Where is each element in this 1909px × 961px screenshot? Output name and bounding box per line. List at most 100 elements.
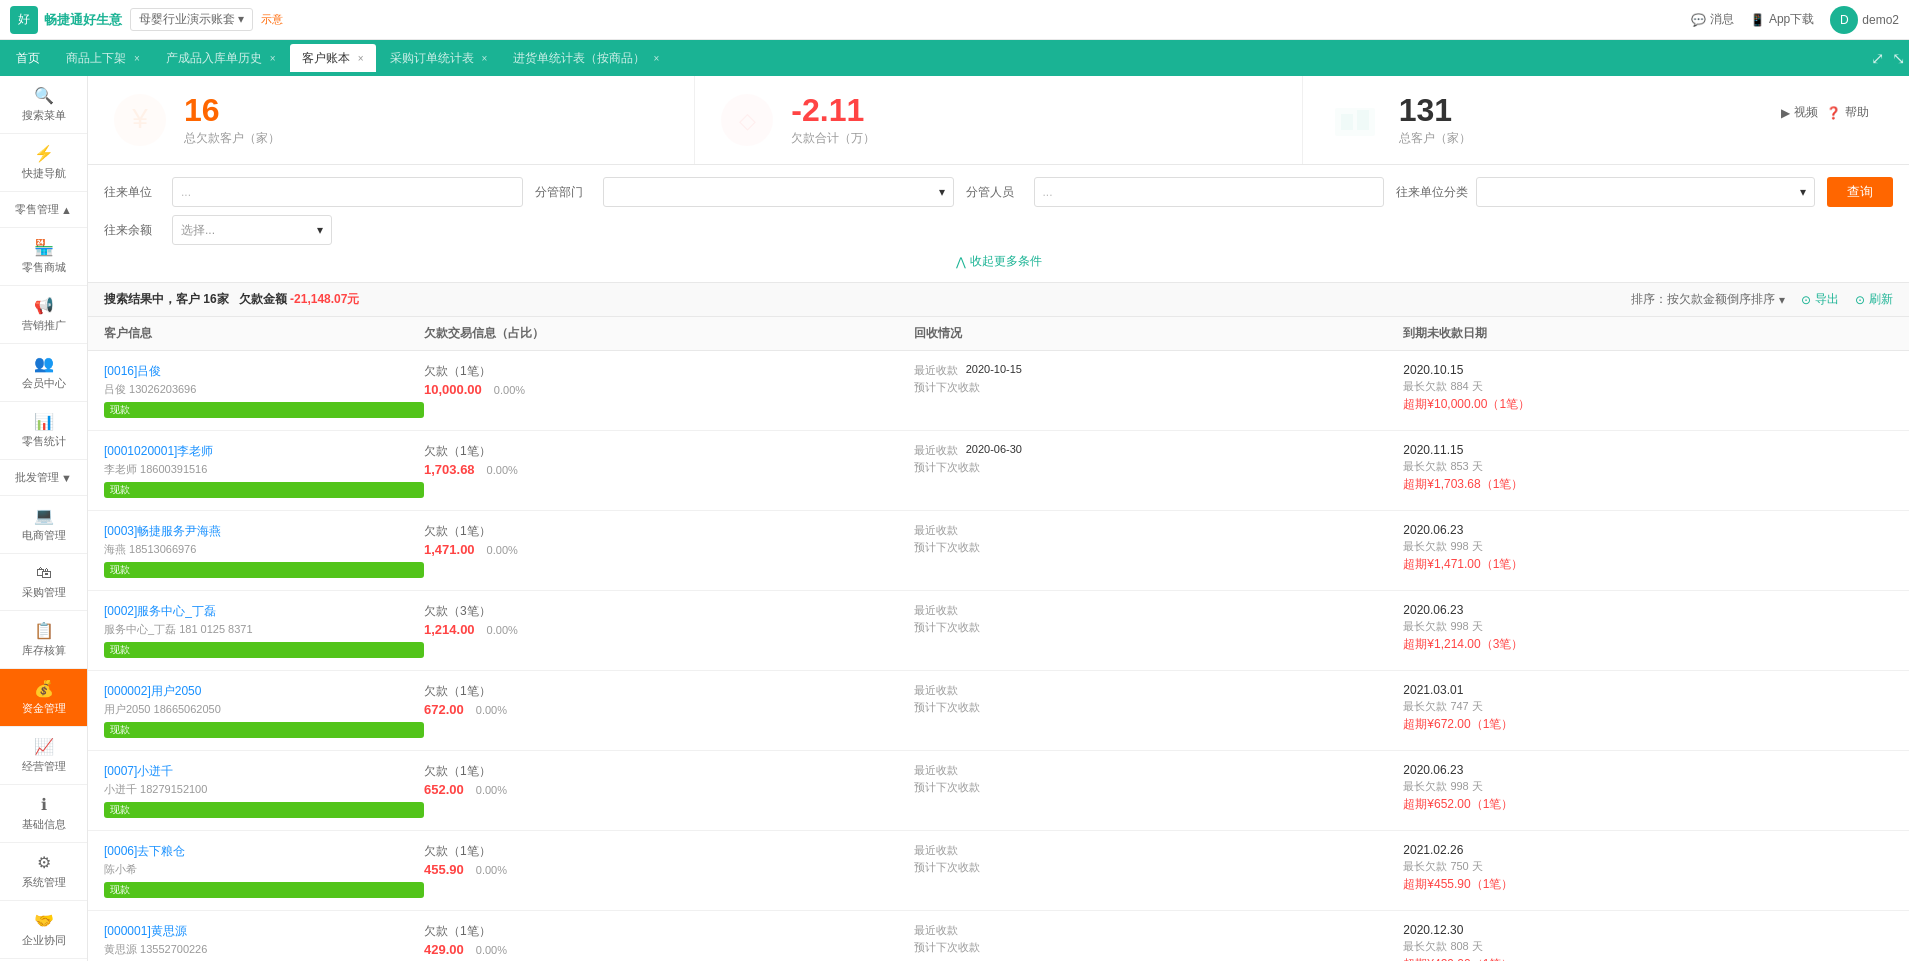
sidebar-item-marketing[interactable]: 📢 营销推广 [0, 286, 87, 344]
sidebar-item-member[interactable]: 👥 会员中心 [0, 344, 87, 402]
customer-name-3[interactable]: [0002]服务中心_丁磊 [104, 603, 424, 620]
customer-name-7[interactable]: [000001]黄思源 [104, 923, 424, 940]
chevron-down-icon: ▾ [317, 223, 323, 237]
customer-cell-3: [0002]服务中心_丁磊 服务中心_丁磊 181 0125 8371 现款 [104, 603, 424, 658]
help-btn[interactable]: ❓ 帮助 [1826, 104, 1869, 121]
sidebar-item-basic-info[interactable]: ℹ 基础信息 [0, 785, 87, 843]
sidebar-item-operations[interactable]: 📈 经营管理 [0, 727, 87, 785]
customer-phone-1: 李老师 18600391516 [104, 462, 424, 477]
system-name[interactable]: 母婴行业演示账套 ▾ [130, 8, 253, 31]
customer-name-2[interactable]: [0003]畅捷服务尹海燕 [104, 523, 424, 540]
customer-name-1[interactable]: [0001020001]李老师 [104, 443, 424, 460]
sidebar-item-system[interactable]: ⚙ 系统管理 [0, 843, 87, 901]
debt-cell-3: 欠款（3笔） 1,214.00 0.00% [424, 603, 914, 637]
tab-home[interactable]: 首页 [4, 44, 52, 72]
collapse-btn[interactable]: ⋀ 收起更多条件 [956, 253, 1042, 270]
customer-name-6[interactable]: [0006]去下粮仓 [104, 843, 424, 860]
sidebar-item-quick-nav[interactable]: ⚡ 快捷导航 [0, 134, 87, 192]
help-icon: ❓ [1826, 106, 1841, 120]
table-row: [0002]服务中心_丁磊 服务中心_丁磊 181 0125 8371 现款 欠… [88, 591, 1909, 671]
top-bar-left: 好 畅捷通好生意 母婴行业演示账套 ▾ 示意 [10, 6, 283, 34]
tab-product-shelf[interactable]: 商品上下架 × [54, 44, 152, 72]
overdue-cell-4: 2021.03.01 最长欠款 747 天 超期¥672.00（1笔） [1403, 683, 1893, 733]
export-button[interactable]: ⊙ 导出 [1801, 291, 1839, 308]
col-debt-info: 欠款交易信息（占比） [424, 325, 914, 342]
close-icon[interactable]: × [134, 53, 140, 64]
customer-name-0[interactable]: [0016]吕俊 [104, 363, 424, 380]
capital-icon: 💰 [34, 679, 54, 698]
tab-product-history[interactable]: 产成品入库单历史 × [154, 44, 288, 72]
recovery-cell-7: 最近收款 预计下次收款 [914, 923, 1404, 955]
table-row: [0016]吕俊 吕俊 13026203696 现款 欠款（1笔） 10,000… [88, 351, 1909, 431]
dept-label: 分管部门 [535, 184, 595, 201]
customer-tag-5: 现款 [104, 802, 424, 818]
customer-phone-5: 小迸千 18279152100 [104, 782, 424, 797]
customer-cell-4: [000002]用户2050 用户2050 18665062050 现款 [104, 683, 424, 738]
debt-cell-0: 欠款（1笔） 10,000.00 0.00% [424, 363, 914, 397]
operations-icon: 📈 [34, 737, 54, 756]
debt-cell-7: 欠款（1笔） 429.00 0.00% [424, 923, 914, 957]
recovery-cell-6: 最近收款 预计下次收款 [914, 843, 1404, 875]
overdue-cell-2: 2020.06.23 最长欠款 998 天 超期¥1,471.00（1笔） [1403, 523, 1893, 573]
sidebar-item-ecommerce[interactable]: 💻 电商管理 [0, 496, 87, 554]
sidebar-item-retail-mall[interactable]: 🏪 零售商城 [0, 228, 87, 286]
window-restore-icon[interactable]: ⤢ [1871, 49, 1884, 68]
close-icon[interactable]: × [653, 53, 659, 64]
collapse-row: ⋀ 收起更多条件 [104, 253, 1893, 270]
customer-tag-0: 现款 [104, 402, 424, 418]
customer-name-4[interactable]: [000002]用户2050 [104, 683, 424, 700]
overdue-cell-3: 2020.06.23 最长欠款 998 天 超期¥1,214.00（3笔） [1403, 603, 1893, 653]
search-button[interactable]: 查询 [1827, 177, 1893, 207]
video-btn[interactable]: ▶ 视频 [1781, 104, 1818, 121]
dept-select[interactable]: ▾ [603, 177, 954, 207]
from-unit-label: 往来单位 [104, 184, 164, 201]
customer-cell-1: [0001020001]李老师 李老师 18600391516 现款 [104, 443, 424, 498]
tab-customer-account[interactable]: 客户账本 × [290, 44, 376, 72]
refresh-button[interactable]: ⊙ 刷新 [1855, 291, 1893, 308]
user-avatar[interactable]: D demo2 [1830, 6, 1899, 34]
app-download-btn[interactable]: 📱 App下载 [1750, 11, 1814, 28]
enterprise-icon: 🤝 [34, 911, 54, 930]
sidebar-item-inventory[interactable]: 📋 库存核算 [0, 611, 87, 669]
customer-name-5[interactable]: [0007]小迸千 [104, 763, 424, 780]
customer-tag-1: 现款 [104, 482, 424, 498]
message-btn[interactable]: 💬 消息 [1691, 11, 1734, 28]
chevron-icon: ▲ [61, 204, 72, 216]
sidebar-item-enterprise[interactable]: 🤝 企业协同 [0, 901, 87, 959]
close-icon[interactable]: × [482, 53, 488, 64]
balance-select[interactable]: 选择... ▾ [172, 215, 332, 245]
sidebar-item-purchase[interactable]: 🛍 采购管理 [0, 554, 87, 611]
customer-phone-3: 服务中心_丁磊 181 0125 8371 [104, 622, 424, 637]
tab-purchase-order[interactable]: 采购订单统计表 × [378, 44, 500, 72]
batch-label: 批发管理 [15, 470, 59, 485]
avatar: D [1830, 6, 1858, 34]
customer-cell-0: [0016]吕俊 吕俊 13026203696 现款 [104, 363, 424, 418]
stat-label-debtors: 总欠款客户（家） [184, 130, 280, 147]
manager-input[interactable]: ... [1034, 177, 1385, 207]
sidebar-item-retail-mgmt[interactable]: 零售管理 ▲ [0, 192, 87, 228]
overdue-cell-5: 2020.06.23 最长欠款 998 天 超期¥652.00（1笔） [1403, 763, 1893, 813]
content-inner: ¥ 16 总欠款客户（家） ◇ [88, 76, 1909, 961]
sidebar-item-retail-stats[interactable]: 📊 零售统计 [0, 402, 87, 460]
from-unit-input[interactable]: ... [172, 177, 523, 207]
result-actions: 排序：按欠款金额倒序排序 ▾ ⊙ 导出 ⊙ 刷新 [1631, 291, 1893, 308]
debtor-icon: ¥ [112, 92, 168, 148]
table-row: [000002]用户2050 用户2050 18665062050 现款 欠款（… [88, 671, 1909, 751]
main-layout: 🔍 搜索菜单 ⚡ 快捷导航 零售管理 ▲ 🏪 零售商城 📢 营销推广 👥 会员中… [0, 76, 1909, 961]
debt-cell-6: 欠款（1笔） 455.90 0.00% [424, 843, 914, 877]
sort-button[interactable]: 排序：按欠款金额倒序排序 ▾ [1631, 291, 1785, 308]
data-table: 客户信息 欠款交易信息（占比） 回收情况 到期未收款日期 [0016]吕俊 吕俊… [88, 317, 1909, 961]
system-icon: ⚙ [37, 853, 51, 872]
close-icon[interactable]: × [270, 53, 276, 64]
window-expand-icon[interactable]: ⤡ [1892, 49, 1905, 68]
sidebar-item-search[interactable]: 🔍 搜索菜单 [0, 76, 87, 134]
tab-inventory-stats[interactable]: 进货单统计表（按商品） × [501, 44, 671, 72]
close-icon[interactable]: × [358, 53, 364, 64]
unit-category-select[interactable]: ▾ [1476, 177, 1815, 207]
customer-tag-4: 现款 [104, 722, 424, 738]
sidebar-item-batch-mgmt[interactable]: 批发管理 ▼ [0, 460, 87, 496]
customer-phone-2: 海燕 18513066976 [104, 542, 424, 557]
filter-unit-category: 往来单位分类 ▾ [1396, 177, 1815, 207]
sidebar-item-capital[interactable]: 💰 资金管理 [0, 669, 87, 727]
marketing-icon: 📢 [34, 296, 54, 315]
